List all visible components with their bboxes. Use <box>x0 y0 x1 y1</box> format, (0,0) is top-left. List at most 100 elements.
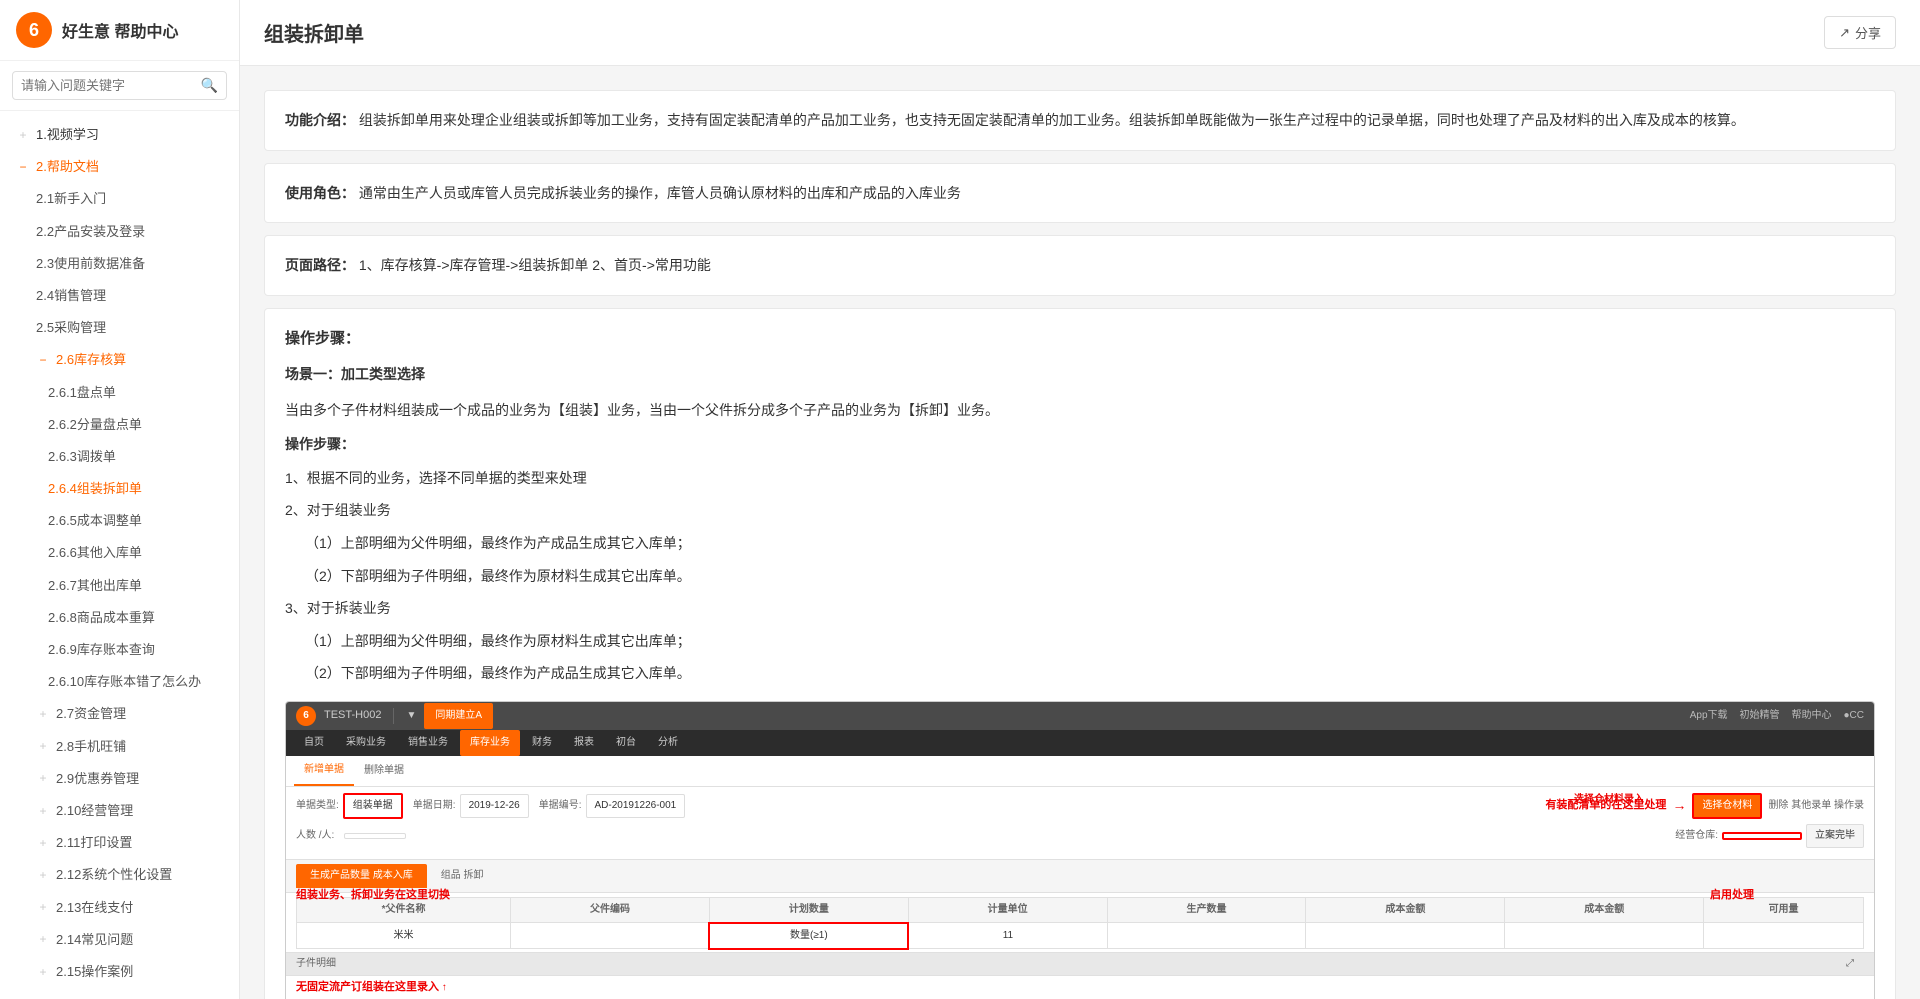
sidebar-item-inv269[interactable]: 2.6.9库存账本查询 <box>0 634 239 666</box>
sidebar-item-inv262[interactable]: 2.6.2分量盘点单 <box>0 409 239 441</box>
mock-menu-report[interactable]: 报表 <box>564 730 604 756</box>
expand-icon5: + <box>36 804 50 818</box>
arrow-right: → <box>1672 793 1686 818</box>
main-content: 组装拆卸单 ↗ 分享 功能介绍： 组装拆卸单用来处理企业组装或拆卸等加工业务，支… <box>240 0 1920 999</box>
col-unit: 计量单位 <box>908 897 1107 923</box>
mock-app-id: TEST-H002 <box>324 706 381 726</box>
mock-confirm-btn[interactable]: 选择仓材料 <box>1692 793 1762 819</box>
mock-order-no[interactable]: AD-20191226-001 <box>586 794 686 818</box>
mock-warehouse[interactable] <box>1722 832 1802 840</box>
mock-menu-sales[interactable]: 销售业务 <box>398 730 458 756</box>
mock-menu-init[interactable]: 初台 <box>606 730 646 756</box>
sidebar-item-inv265[interactable]: 2.6.5成本调整单 <box>0 505 239 537</box>
sidebar-nav: + 1.视频学习 − 2.帮助文档 2.1新手入门 2.2产品安装及登录 2.3… <box>0 111 239 999</box>
expand-icon10: + <box>36 965 50 979</box>
expand-icon4: + <box>36 772 50 786</box>
intro-card: 功能介绍： 组装拆卸单用来处理企业组装或拆卸等加工业务，支持有固定装配清单的产品… <box>264 90 1896 151</box>
sidebar-item-newbie[interactable]: 2.1新手入门 <box>0 183 239 215</box>
sidebar-item-data[interactable]: 2.3使用前数据准备 <box>0 248 239 280</box>
expand-inv-icon: − <box>36 353 50 367</box>
sidebar-item-mobile[interactable]: + 2.8手机旺铺 <box>0 731 239 763</box>
mock-menu-analysis[interactable]: 分析 <box>648 730 688 756</box>
scene1-title: 场景一：加工类型选择 <box>285 366 425 382</box>
step2: 2、对于组装业务 <box>285 497 1875 524</box>
sidebar-item-cases[interactable]: + 2.15操作案例 <box>0 956 239 988</box>
search-area: 🔍 <box>0 61 239 111</box>
sidebar-item-sales[interactable]: 2.4销售管理 <box>0 280 239 312</box>
logo-area: 6 好生意 帮助中心 <box>0 0 239 61</box>
mock-tab-list[interactable]: 删除单据 <box>354 757 414 785</box>
mock-menu-inventory[interactable]: 库存业务 <box>460 730 520 756</box>
logo-text: 好生意 帮助中心 <box>62 18 178 42</box>
mock-tab-disassemble[interactable]: 组品 拆卸 <box>427 864 498 888</box>
sidebar-item-coupon[interactable]: + 2.9优惠券管理 <box>0 763 239 795</box>
path-card: 页面路径： 1、库存核算->库存管理->组装拆卸单 2、首页->常用功能 <box>264 235 1896 296</box>
sidebar-item-docs[interactable]: − 2.帮助文档 <box>0 151 239 183</box>
expand-icon-lower[interactable]: ⤢ <box>1846 955 1854 973</box>
operations-title: 操作步骤： <box>285 325 1875 352</box>
sidebar-item-video[interactable]: + 1.视频学习 <box>0 119 239 151</box>
mock-people[interactable] <box>344 833 406 839</box>
mock-tabs-section: 生成产品数量 成本入库 组品 拆卸 组装业务、拆卸业务在这里切换 启用处理 <box>286 860 1874 893</box>
sidebar-item-inv268[interactable]: 2.6.8商品成本重算 <box>0 602 239 634</box>
lower-section-label: 子件明细 <box>296 958 336 969</box>
sidebar: 6 好生意 帮助中心 🔍 + 1.视频学习 − 2.帮助文档 2.1新手入门 2… <box>0 0 240 999</box>
sidebar-item-inv2610[interactable]: 2.6.10库存账本错了怎么办 <box>0 666 239 698</box>
sidebar-item-system[interactable]: + 2.12系统个性化设置 <box>0 859 239 891</box>
sidebar-item-inv263[interactable]: 2.6.3调拨单 <box>0 441 239 473</box>
mock-logo: 6 <box>296 706 316 726</box>
sidebar-item-faq[interactable]: + 2.14常见问题 <box>0 924 239 956</box>
sidebar-item-inv266[interactable]: 2.6.6其他入库单 <box>0 537 239 569</box>
search-icon[interactable]: 🔍 <box>201 77 218 94</box>
search-box[interactable]: 🔍 <box>12 71 227 100</box>
mock-help-center: 帮助中心 <box>1792 707 1832 725</box>
mock-date[interactable]: 2019-12-26 <box>460 794 529 818</box>
table-row: 米米 数量(≥1) 11 <box>297 923 1864 949</box>
expand-icon6: + <box>36 836 50 850</box>
col-qty-plan: 计划数量 <box>709 897 908 923</box>
mock-ok-btn[interactable]: 立案完毕 <box>1806 824 1864 848</box>
sidebar-item-install[interactable]: 2.2产品安装及登录 <box>0 216 239 248</box>
expand-icon9: + <box>36 933 50 947</box>
sidebar-item-inv267[interactable]: 2.6.7其他出库单 <box>0 570 239 602</box>
mock-cc: ●CC <box>1844 707 1864 725</box>
col-cost-amount2: 成本金额 <box>1505 897 1704 923</box>
mock-order-type[interactable]: 组装单据 <box>343 793 403 819</box>
share-button[interactable]: ↗ 分享 <box>1824 16 1896 49</box>
mock-topbar-main-btn[interactable]: 同期建立A <box>424 703 493 729</box>
mock-tab-assemble[interactable]: 生成产品数量 成本入库 <box>296 864 427 888</box>
role-card: 使用角色： 通常由生产人员或库管人员完成拆装业务的操作，库管人员确认原材料的出库… <box>264 163 1896 224</box>
mock-init-manage: 初始精管 <box>1740 707 1780 725</box>
mock-upper-table-area: *父件名称 父件编码 计划数量 计量单位 生产数量 成本金额 成本金额 可用量 <box>286 893 1874 952</box>
sidebar-item-finance[interactable]: + 2.7资金管理 <box>0 698 239 730</box>
sidebar-item-print[interactable]: + 2.11打印设置 <box>0 827 239 859</box>
share-icon: ↗ <box>1839 25 1850 41</box>
qty-cell[interactable]: 数量(≥1) <box>709 923 908 949</box>
mock-menu-finance[interactable]: 财务 <box>522 730 562 756</box>
step2-2: （2）下部明细为子件明细，最终作为原材料生成其它出库单。 <box>285 563 1875 590</box>
sidebar-item-inv264[interactable]: 2.6.4组装拆卸单 <box>0 473 239 505</box>
mock-topbar: 6 TEST-H002 ▼ 同期建立A App下载 初始精管 帮助中心 ●CC <box>286 702 1874 730</box>
search-input[interactable] <box>21 78 201 93</box>
sidebar-item-inv261[interactable]: 2.6.1盘点单 <box>0 377 239 409</box>
step3: 3、对于拆装业务 <box>285 595 1875 622</box>
col-parent-code: 父件编码 <box>511 897 710 923</box>
mock-menu-purchase[interactable]: 采购业务 <box>336 730 396 756</box>
content-area: 功能介绍： 组装拆卸单用来处理企业组装或拆卸等加工业务，支持有固定装配清单的产品… <box>240 66 1920 999</box>
mock-menu: 自页 采购业务 销售业务 库存业务 财务 报表 初台 分析 <box>286 730 1874 756</box>
col-cost-amount1: 成本金额 <box>1306 897 1505 923</box>
sidebar-item-business[interactable]: + 2.10经营管理 <box>0 795 239 827</box>
mock-delete[interactable]: 删除 其他录单 操作录 <box>1768 797 1864 815</box>
sidebar-item-inventory[interactable]: − 2.6库存核算 <box>0 344 239 376</box>
ann-no-fixed: 无固定流产订组装在这里录入 ↑ <box>296 978 1864 998</box>
col-prod-qty: 生产数量 <box>1107 897 1306 923</box>
sidebar-item-purchase[interactable]: 2.5采购管理 <box>0 312 239 344</box>
mock-lower-section: 子件明细 ⤢ <box>286 952 1874 976</box>
ann-enable: 启用处理 <box>1710 886 1754 906</box>
expand-icon2: + <box>36 707 50 721</box>
mock-menu-home[interactable]: 自页 <box>294 730 334 756</box>
ann-select-material: 选择仓材料录入 <box>1574 791 1644 809</box>
mock-tab-new[interactable]: 新增单据 <box>294 756 354 786</box>
sidebar-item-payment[interactable]: + 2.13在线支付 <box>0 892 239 924</box>
step3-2: （2）下部明细为子件明细，最终作为产成品生成其它入库单。 <box>285 660 1875 687</box>
